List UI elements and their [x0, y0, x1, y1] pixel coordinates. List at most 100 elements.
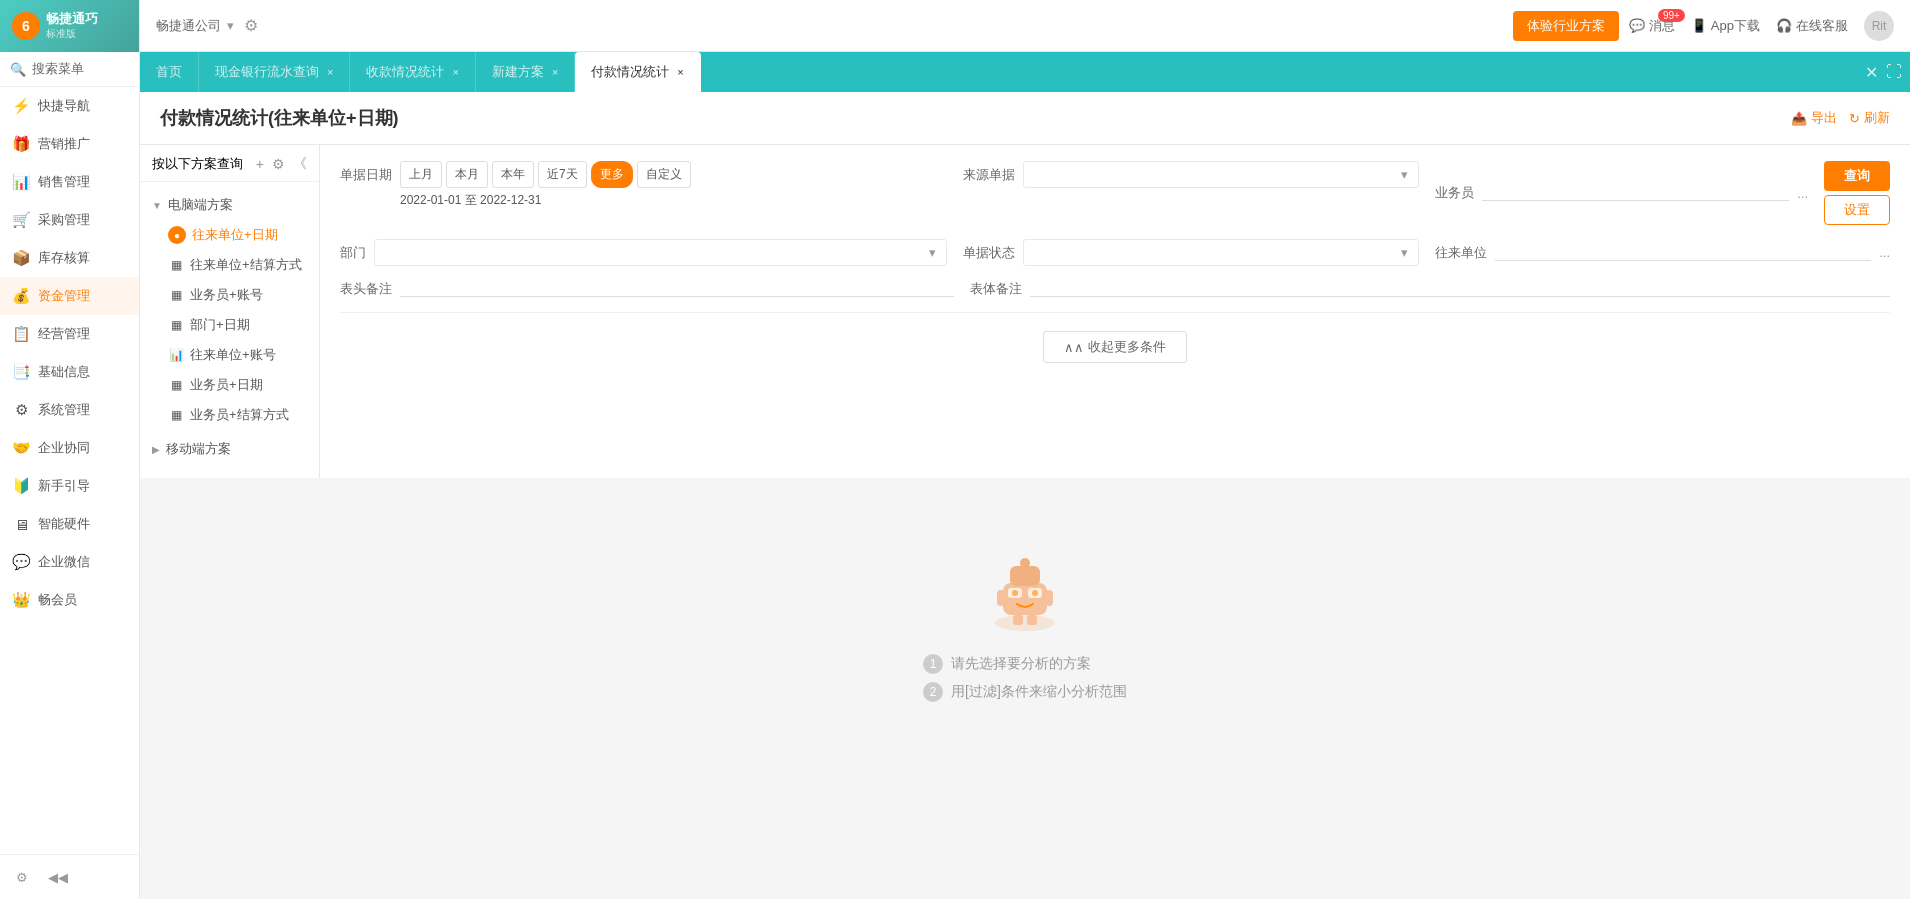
group-arrow-icon: ▼: [152, 200, 162, 211]
sidebar-item-system[interactable]: ⚙ 系统管理: [0, 391, 139, 429]
sidebar-item-capital[interactable]: 💰 资金管理: [0, 277, 139, 315]
avatar-text: Rit: [1872, 19, 1887, 33]
industry-btn[interactable]: 体验行业方案: [1513, 11, 1619, 41]
date-btn-custom[interactable]: 自定义: [637, 161, 691, 188]
tab-payments[interactable]: 付款情况统计 ×: [575, 52, 700, 92]
sidebar-item-label: 企业协同: [38, 439, 90, 457]
online-service-btn[interactable]: 🎧 在线客服: [1776, 17, 1848, 35]
tab-home[interactable]: 首页: [140, 52, 199, 92]
sidebar-item-operations[interactable]: 📋 经营管理: [0, 315, 139, 353]
tab-receipts-close[interactable]: ×: [452, 66, 458, 78]
salesman-more-btn[interactable]: ...: [1797, 186, 1808, 201]
tab-payments-label: 付款情况统计: [591, 63, 669, 81]
partner-input[interactable]: [1495, 245, 1872, 260]
scheme-collapse-btn[interactable]: 《: [293, 155, 307, 173]
tab-cashflow-close[interactable]: ×: [327, 66, 333, 78]
hardware-icon: 🖥: [12, 515, 30, 533]
sidebar-item-hardware[interactable]: 🖥 智能硬件: [0, 505, 139, 543]
scheme-item-icon: ▦: [168, 407, 184, 423]
body-note-field: 表体备注: [970, 280, 1890, 298]
partner-label: 往来单位: [1435, 244, 1487, 262]
scheme-item-salesman-date[interactable]: ▦ 业务员+日期: [140, 370, 319, 400]
body-note-input[interactable]: [1030, 281, 1890, 296]
enterprise-icon: 🤝: [12, 439, 30, 457]
date-btn-more[interactable]: 更多: [591, 161, 633, 188]
sidebar-item-inventory[interactable]: 📦 库存核算: [0, 239, 139, 277]
date-btn-last-month[interactable]: 上月: [400, 161, 442, 188]
sidebar-item-sales[interactable]: 📊 销售管理: [0, 163, 139, 201]
scheme-item-salesman-settle[interactable]: ▦ 业务员+结算方式: [140, 400, 319, 430]
scheme-group-mobile-header[interactable]: ▶ 移动端方案: [140, 434, 319, 464]
query-btn[interactable]: 查询: [1824, 161, 1890, 191]
salesman-input[interactable]: [1482, 185, 1790, 200]
sidebar-item-label: 畅会员: [38, 591, 77, 609]
scheme-item-partner-account[interactable]: 📊 往来单位+账号: [140, 340, 319, 370]
sidebar-item-marketing[interactable]: 🎁 营销推广: [0, 125, 139, 163]
scheme-settings-btn[interactable]: ⚙: [272, 156, 285, 172]
scheme-item-label: 业务员+账号: [190, 286, 263, 304]
date-btn-last-7days[interactable]: 近7天: [538, 161, 587, 188]
sidebar-item-quick-nav[interactable]: ⚡ 快捷导航: [0, 87, 139, 125]
logo-text-group: 畅捷通巧 标准版: [46, 11, 98, 41]
refresh-btn[interactable]: ↻ 刷新: [1849, 109, 1890, 127]
scheme-item-salesman-account[interactable]: ▦ 业务员+账号: [140, 280, 319, 310]
tab-close-all-btn[interactable]: ✕: [1865, 63, 1878, 82]
collapse-sidebar-btn[interactable]: ◀◀: [44, 863, 72, 891]
sidebar-item-basic-info[interactable]: 📑 基础信息: [0, 353, 139, 391]
company-dropdown-arrow: ▾: [227, 18, 234, 33]
status-select[interactable]: ▾: [1023, 239, 1418, 266]
scheme-item-partner-settle[interactable]: ▦ 往来单位+结算方式: [140, 250, 319, 280]
salesman-label: 业务员: [1435, 184, 1474, 202]
date-btn-this-month[interactable]: 本月: [446, 161, 488, 188]
source-select[interactable]: ▾: [1023, 161, 1418, 188]
dept-select[interactable]: ▾: [374, 239, 947, 266]
partner-field: 往来单位 ...: [1435, 244, 1890, 262]
tab-payments-close[interactable]: ×: [677, 66, 683, 78]
scheme-item-label: 部门+日期: [190, 316, 250, 334]
header-note-input[interactable]: [400, 281, 954, 296]
app-download-btn[interactable]: 📱 App下载: [1691, 17, 1760, 35]
tab-cashflow-label: 现金银行流水查询: [215, 63, 319, 81]
empty-state: 1 请先选择要分析的方案 2 用[过滤]条件来缩小分析范围: [140, 478, 1910, 762]
search-menu[interactable]: 🔍 搜索菜单: [0, 52, 139, 87]
tab-new-plan-close[interactable]: ×: [552, 66, 558, 78]
scheme-add-btn[interactable]: +: [256, 156, 264, 172]
date-field: 单据日期 上月 本月 本年 近7天 更多 自定义 2022-01-01 至 20…: [340, 161, 947, 209]
sidebar-item-label: 采购管理: [38, 211, 90, 229]
settings-btn[interactable]: 设置: [1824, 195, 1890, 225]
company-selector[interactable]: 畅捷通公司 ▾: [156, 17, 234, 35]
scheme-item-label: 往来单位+结算方式: [190, 256, 302, 274]
marketing-icon: 🎁: [12, 135, 30, 153]
tab-new-plan[interactable]: 新建方案 ×: [476, 52, 575, 92]
settings-bottom-btn[interactable]: ⚙: [8, 863, 36, 891]
scheme-group-mobile-label: 移动端方案: [166, 440, 231, 458]
scheme-panel-title: 按以下方案查询: [152, 155, 243, 173]
sidebar-item-wechat[interactable]: 💬 企业微信: [0, 543, 139, 581]
page-header: 付款情况统计(往来单位+日期) 📤 导出 ↻ 刷新: [140, 92, 1910, 145]
topbar-settings-icon[interactable]: ⚙: [244, 16, 258, 35]
sidebar-item-purchase[interactable]: 🛒 采购管理: [0, 201, 139, 239]
date-range-display: 2022-01-01 至 2022-12-31: [400, 192, 691, 209]
sidebar-item-member[interactable]: 👑 畅会员: [0, 581, 139, 619]
export-btn[interactable]: 📤 导出: [1791, 109, 1837, 127]
scheme-item-label: 往来单位+日期: [192, 226, 278, 244]
sidebar-item-enterprise[interactable]: 🤝 企业协同: [0, 429, 139, 467]
sidebar-item-label: 基础信息: [38, 363, 90, 381]
scheme-item-dept-date[interactable]: ▦ 部门+日期: [140, 310, 319, 340]
scheme-item-label: 业务员+日期: [190, 376, 263, 394]
collapse-more-btn[interactable]: ∧∧ 收起更多条件: [1043, 331, 1187, 363]
sidebar-item-guide[interactable]: 🔰 新手引导: [0, 467, 139, 505]
tab-expand-btn[interactable]: ⛶: [1886, 63, 1902, 81]
message-btn[interactable]: 💬 消息 99+: [1629, 17, 1675, 35]
scheme-group-desktop-header[interactable]: ▼ 电脑端方案: [140, 190, 319, 220]
export-icon: 📤: [1791, 111, 1807, 126]
partner-input-wrapper: [1495, 245, 1872, 261]
inventory-icon: 📦: [12, 249, 30, 267]
user-avatar[interactable]: Rit: [1864, 11, 1894, 41]
partner-more-btn[interactable]: ...: [1879, 245, 1890, 260]
salesman-field: 业务员 ... 查询 设置: [1435, 161, 1890, 225]
scheme-item-partner-date[interactable]: ● 往来单位+日期: [140, 220, 319, 250]
tab-receipts[interactable]: 收款情况统计 ×: [350, 52, 475, 92]
tab-cashflow[interactable]: 现金银行流水查询 ×: [199, 52, 350, 92]
date-btn-this-year[interactable]: 本年: [492, 161, 534, 188]
